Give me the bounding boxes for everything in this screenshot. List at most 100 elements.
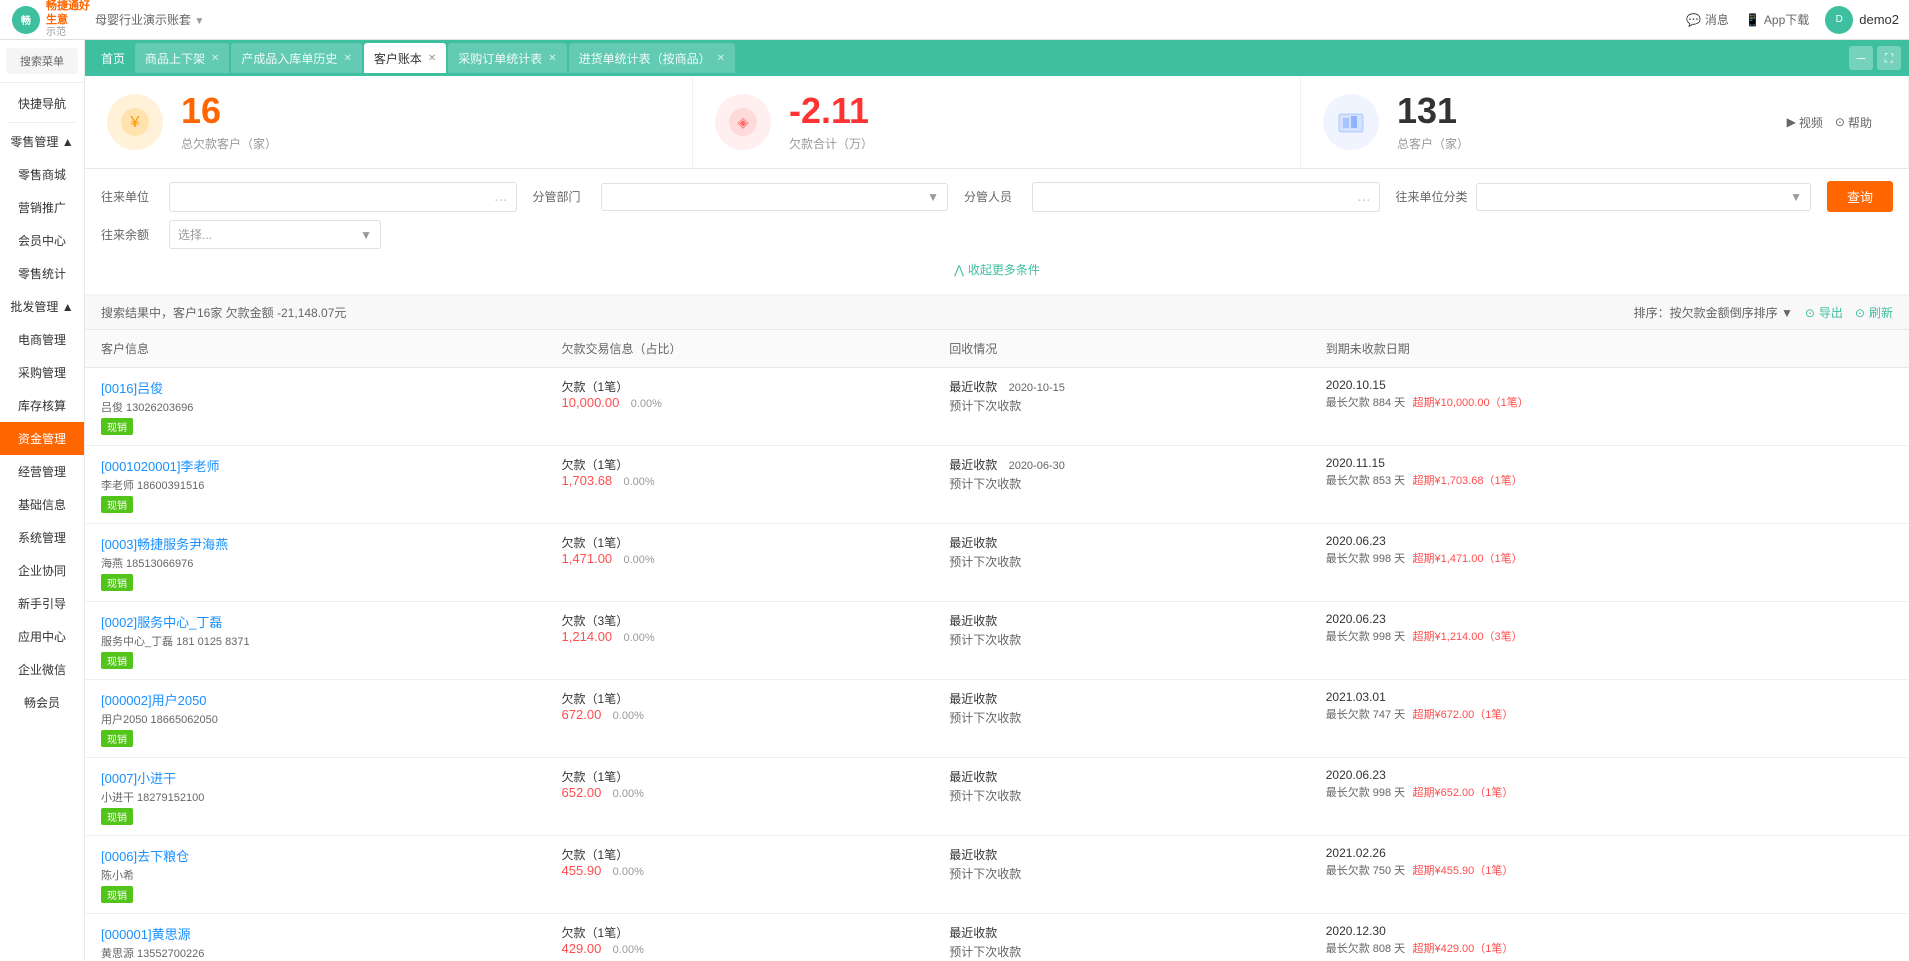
sidebar-item-system[interactable]: 系统管理: [0, 521, 84, 554]
customer-name-5[interactable]: [0007]小进干: [101, 768, 530, 787]
overdue-amount-3[interactable]: 超期¥1,214.00（3笔）: [1413, 631, 1523, 643]
sidebar-item-app-center[interactable]: 应用中心: [0, 620, 84, 653]
customer-name-7[interactable]: [000001]黄思源: [101, 924, 530, 943]
source-unit-input[interactable]: ...: [169, 182, 517, 212]
source-unit-category-select[interactable]: ▼: [1476, 183, 1811, 211]
branch-dept-select[interactable]: ▼: [601, 183, 949, 211]
filter-branch-dept-label: 分管部门: [533, 188, 593, 205]
recent-pay-7: 最近收款: [949, 924, 1294, 941]
next-pay-3: 预计下次收款: [949, 631, 1294, 648]
overdue-info-6: 最长欠款 750 天 超期¥455.90（1笔）: [1326, 862, 1893, 878]
sidebar-item-marketing[interactable]: 营销推广: [0, 191, 84, 224]
table-row: [0002]服务中心_丁磊 服务中心_丁磊 181 0125 8371 现销 欠…: [85, 602, 1909, 680]
tab-close-purchase-stats[interactable]: ✕: [548, 53, 556, 64]
sidebar-item-enterprise-coop[interactable]: 企业协同: [0, 554, 84, 587]
user-avatar-area[interactable]: D demo2: [1825, 6, 1899, 34]
sidebar-item-inventory[interactable]: 库存核算: [0, 389, 84, 422]
customer-name-3[interactable]: [0002]服务中心_丁磊: [101, 612, 530, 631]
overdue-amount-4[interactable]: 超期¥672.00（1笔）: [1413, 709, 1514, 721]
company-selector[interactable]: 母婴行业演示账套 ▼: [95, 11, 275, 28]
debt-amount-5[interactable]: 652.00: [562, 785, 602, 800]
sidebar-item-retail-store[interactable]: 零售商城: [0, 158, 84, 191]
message-btn[interactable]: 💬 消息: [1686, 11, 1729, 28]
overdue-amount-1[interactable]: 超期¥1,703.68（1笔）: [1413, 475, 1523, 487]
sidebar-item-batch-mgmt[interactable]: 批发管理 ▲: [0, 290, 84, 323]
filter-branch-dept: 分管部门 ▼: [533, 183, 949, 211]
customer-name-4[interactable]: [000002]用户2050: [101, 690, 530, 709]
content-area: ¥ 16 总欠款客户（家）: [85, 76, 1909, 961]
tab-close-product-history[interactable]: ✕: [343, 53, 351, 64]
sidebar-item-finance[interactable]: 资金管理: [0, 422, 84, 455]
sidebar-item-purchase-mgmt[interactable]: 采购管理: [0, 356, 84, 389]
tab-close-product-offline[interactable]: ✕: [211, 53, 219, 64]
debt-amount-1[interactable]: 1,703.68: [562, 473, 613, 488]
customer-name-0[interactable]: [0016]吕俊: [101, 378, 530, 397]
tab-product-history[interactable]: 产成品入库单历史 ✕: [231, 43, 361, 73]
remaining-select[interactable]: 选择... ▼: [169, 220, 381, 249]
overdue-amount-6[interactable]: 超期¥455.90（1笔）: [1413, 865, 1514, 877]
sort-label[interactable]: 排序：按欠款金额倒序排序 ▼: [1634, 304, 1793, 321]
search-menu-btn[interactable]: 搜索菜单: [6, 48, 78, 74]
sidebar-item-retail-stats[interactable]: 零售统计: [0, 257, 84, 290]
help-btn[interactable]: ⊙ 帮助: [1835, 114, 1872, 131]
sidebar-item-enterprise-wx[interactable]: 企业微信: [0, 653, 84, 686]
sidebar-item-operations[interactable]: 经营管理: [0, 455, 84, 488]
sidebar-item-member-center[interactable]: 会员中心: [0, 224, 84, 257]
sidebar-item-member-vip[interactable]: 畅会员: [0, 686, 84, 719]
overdue-days-2: 最长欠款 998 天: [1326, 553, 1405, 565]
tab-product-offline[interactable]: 商品上下架 ✕: [135, 43, 229, 73]
sidebar-item-quick-nav[interactable]: 快捷导航: [0, 87, 84, 120]
recent-pay-2: 最近收款: [949, 534, 1294, 551]
cell-due-4: 2021.03.01 最长欠款 747 天 超期¥672.00（1笔）: [1310, 680, 1909, 758]
tab-import-stats[interactable]: 进货单统计表（按商品） ✕: [569, 43, 735, 73]
cell-due-3: 2020.06.23 最长欠款 998 天 超期¥1,214.00（3笔）: [1310, 602, 1909, 680]
customer-name-1[interactable]: [0001020001]李老师: [101, 456, 530, 475]
debt-amount-6[interactable]: 455.90: [562, 863, 602, 878]
filter-source-unit-label: 往来单位: [101, 188, 161, 205]
overdue-days-3: 最长欠款 998 天: [1326, 631, 1405, 643]
filter-area: 往来单位 ... 分管部门 ▼: [85, 169, 1909, 294]
tab-purchase-stats[interactable]: 采购订单统计表 ✕: [448, 43, 566, 73]
cell-recovery-1: 最近收款 2020-06-30 预计下次收款: [933, 446, 1310, 524]
sidebar-item-ecommerce[interactable]: 电商管理: [0, 323, 84, 356]
debt-count-6: 欠款（1笔）: [562, 846, 918, 863]
overdue-days-0: 最长欠款 884 天: [1326, 397, 1405, 409]
col-header-debt-info: 欠款交易信息（占比）: [546, 330, 934, 368]
customer-badge-2: 现销: [101, 574, 133, 591]
sidebar-divider-1: [8, 122, 76, 123]
sidebar-item-retail-mgmt[interactable]: 零售管理 ▲: [0, 125, 84, 158]
debt-amount-3[interactable]: 1,214.00: [562, 629, 613, 644]
customer-name-2[interactable]: [0003]畅捷服务尹海燕: [101, 534, 530, 553]
debt-amount-7[interactable]: 429.00: [562, 941, 602, 956]
video-btn[interactable]: ▶ 视频: [1787, 114, 1823, 131]
debt-amount-0[interactable]: 10,000.00: [562, 395, 620, 410]
export-btn[interactable]: ⊙ 导出: [1805, 304, 1843, 321]
branch-person-input[interactable]: ...: [1032, 182, 1380, 212]
cell-customer-5: [0007]小进干 小进干 18279152100 现销: [85, 758, 546, 836]
app-logo-text: 畅: [10, 4, 46, 36]
refresh-btn[interactable]: ⊙ 刷新: [1855, 304, 1893, 321]
tab-close-customer-account[interactable]: ✕: [428, 53, 436, 64]
tab-close-import-stats[interactable]: ✕: [717, 53, 725, 64]
overdue-amount-0[interactable]: 超期¥10,000.00（1笔）: [1413, 397, 1529, 409]
tab-minimize-btn[interactable]: －: [1849, 46, 1873, 70]
sidebar-item-basic-info[interactable]: 基础信息: [0, 488, 84, 521]
debt-amount-2[interactable]: 1,471.00: [562, 551, 613, 566]
tab-home[interactable]: 首页: [93, 43, 133, 73]
overdue-amount-7[interactable]: 超期¥429.00（1笔）: [1413, 943, 1514, 955]
debt-amount-4[interactable]: 672.00: [562, 707, 602, 722]
debt-count-4: 欠款（1笔）: [562, 690, 918, 707]
customer-phone-0: 吕俊 13026203696: [101, 399, 530, 415]
overdue-amount-2[interactable]: 超期¥1,471.00（1笔）: [1413, 553, 1523, 565]
app-download-btn[interactable]: 📱 App下载: [1745, 11, 1809, 28]
collapse-btn[interactable]: ⋀ 收起更多条件: [950, 257, 1044, 282]
tab-customer-account[interactable]: 客户账本 ✕: [364, 43, 446, 73]
overdue-amount-5[interactable]: 超期¥652.00（1笔）: [1413, 787, 1514, 799]
stat-card-total-customers: 131 总客户（家） ▶ 视频 ⊙ 帮助: [1301, 76, 1909, 168]
sidebar-item-new-guide[interactable]: 新手引导: [0, 587, 84, 620]
stats-row: ¥ 16 总欠款客户（家）: [85, 76, 1909, 169]
debt-count-7: 欠款（1笔）: [562, 924, 918, 941]
customer-name-6[interactable]: [0006]去下粮仓: [101, 846, 530, 865]
tab-expand-btn[interactable]: ⛶: [1877, 46, 1901, 70]
search-btn[interactable]: 查询: [1827, 181, 1893, 212]
